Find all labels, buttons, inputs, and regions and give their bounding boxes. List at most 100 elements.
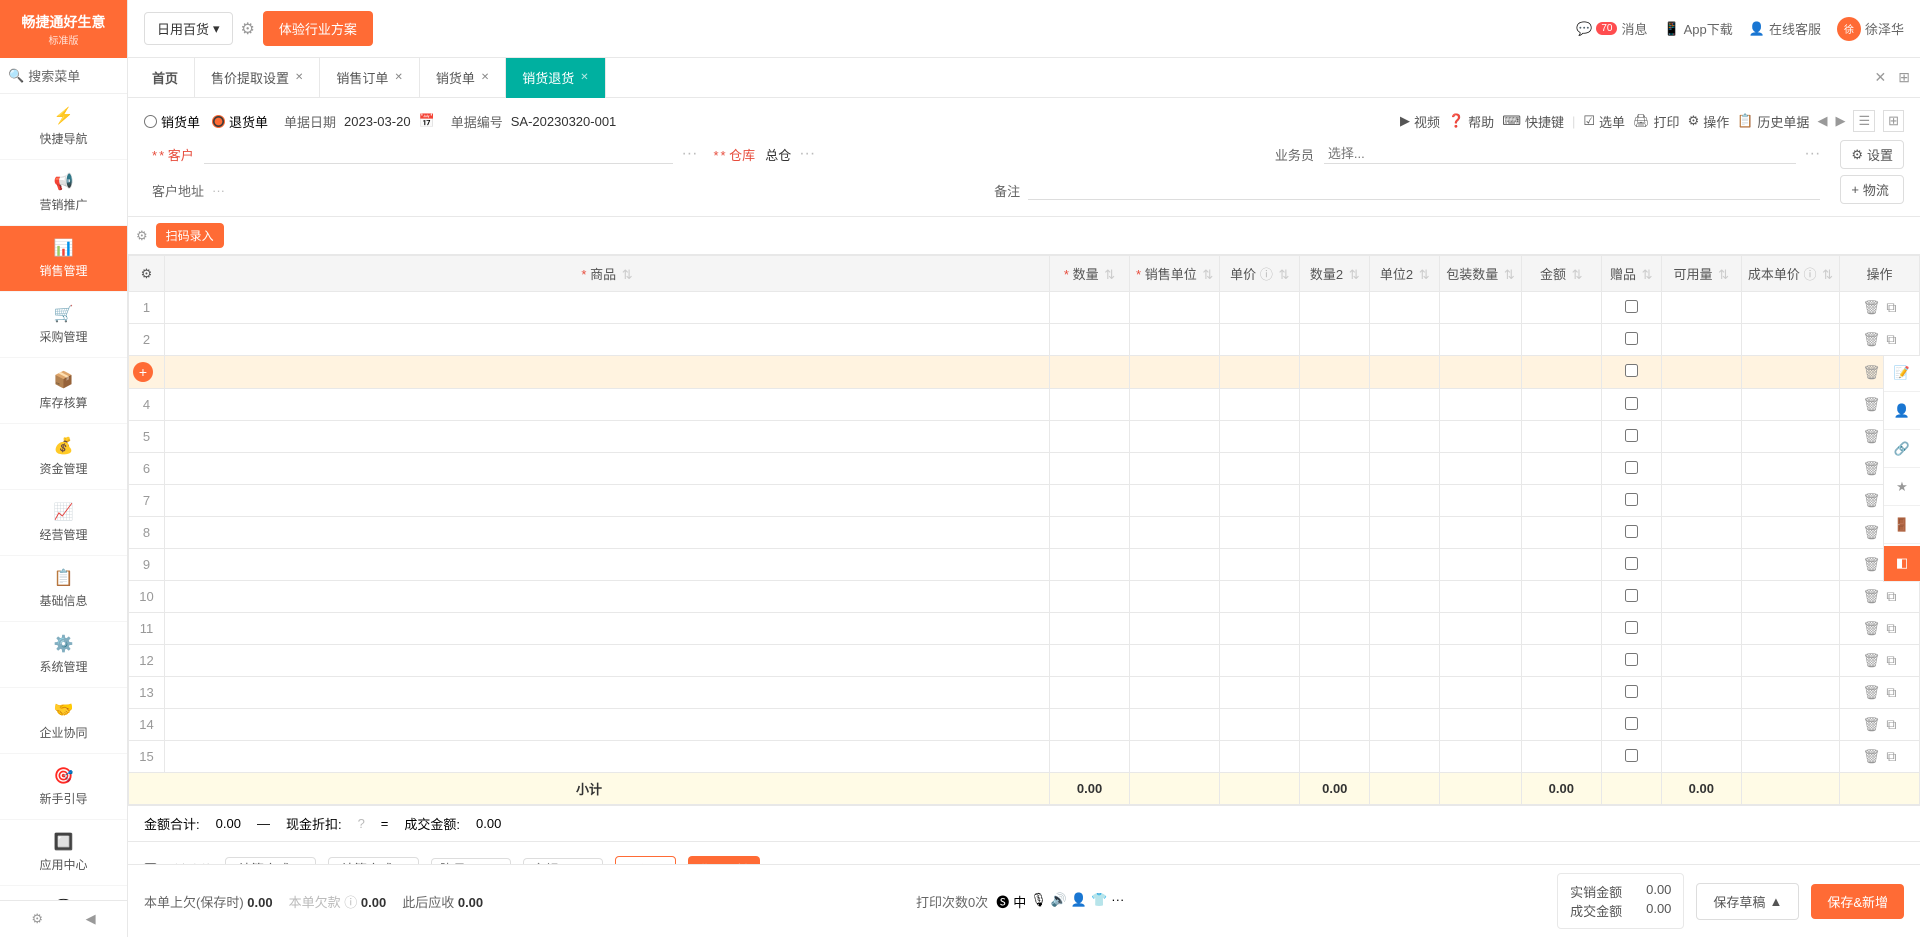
shortcut-btn[interactable]: ⌨ 快捷键 xyxy=(1502,112,1564,131)
copy-row-icon[interactable]: ⧉ xyxy=(1886,299,1896,316)
product-cell[interactable] xyxy=(165,645,1050,677)
product-cell[interactable] xyxy=(165,581,1050,613)
copy-row-icon[interactable]: ⧉ xyxy=(1886,652,1896,669)
gift-cell[interactable] xyxy=(1601,517,1661,549)
delete-row-icon[interactable]: 🗑 xyxy=(1863,524,1881,541)
add-btn[interactable]: ＋ 添加 xyxy=(615,856,676,864)
tab-sales-return[interactable]: 销货退货 ✕ xyxy=(506,58,605,98)
sidebar-item-basic[interactable]: 📋 基础信息 xyxy=(0,556,127,622)
product-cell[interactable] xyxy=(165,677,1050,709)
gift-cell[interactable] xyxy=(1601,677,1661,709)
save-new-btn[interactable]: 保存&新增 xyxy=(1811,884,1904,919)
unit2-cell[interactable] xyxy=(1370,613,1440,645)
gift-cell[interactable] xyxy=(1601,741,1661,773)
gift-checkbox[interactable] xyxy=(1625,300,1638,313)
unit-cell[interactable] xyxy=(1130,677,1220,709)
gift-checkbox[interactable] xyxy=(1625,332,1638,345)
sidebar-item-purchase[interactable]: 🛒 采购管理 xyxy=(0,292,127,358)
delete-row-icon[interactable]: 🗑 xyxy=(1863,460,1881,477)
logistics-btn[interactable]: + 物流 xyxy=(1840,175,1904,204)
tab-close-icon[interactable]: ✕ xyxy=(394,72,402,83)
user-profile[interactable]: 徐 徐泽华 xyxy=(1837,17,1904,41)
unit2-cell[interactable] xyxy=(1370,421,1440,453)
gift-checkbox[interactable] xyxy=(1625,621,1638,634)
operate-btn[interactable]: ⚙ 操作 xyxy=(1688,112,1730,131)
cost-price-cell[interactable] xyxy=(1741,485,1839,517)
scan-btn[interactable]: 扫码录入 xyxy=(156,223,224,248)
tab-home[interactable]: 首页 xyxy=(136,58,195,98)
sidebar-item-marketing[interactable]: 📢 营销推广 xyxy=(0,160,127,226)
unit2-cell[interactable] xyxy=(1370,356,1440,389)
pack-qty-cell[interactable] xyxy=(1440,677,1522,709)
cost-price-cell[interactable] xyxy=(1741,645,1839,677)
delete-row-icon[interactable]: 🗑 xyxy=(1863,396,1881,413)
price-cell[interactable] xyxy=(1220,485,1300,517)
unit-cell[interactable] xyxy=(1130,517,1220,549)
unit-cell[interactable] xyxy=(1130,741,1220,773)
cost-price-cell[interactable] xyxy=(1741,581,1839,613)
gift-cell[interactable] xyxy=(1601,709,1661,741)
gift-checkbox[interactable] xyxy=(1625,749,1638,762)
amount-cell[interactable] xyxy=(1521,421,1601,453)
tab-price-setting[interactable]: 售价提取设置 ✕ xyxy=(195,58,320,98)
cost-price-cell[interactable] xyxy=(1741,421,1839,453)
unit2-cell[interactable] xyxy=(1370,389,1440,421)
pack-qty-cell[interactable] xyxy=(1440,549,1522,581)
sidebar-item-inventory[interactable]: 📦 库存核算 xyxy=(0,358,127,424)
price-cell[interactable] xyxy=(1220,741,1300,773)
unit-cell[interactable] xyxy=(1130,485,1220,517)
price-cell[interactable] xyxy=(1220,549,1300,581)
unit2-cell[interactable] xyxy=(1370,549,1440,581)
pack-qty-cell[interactable] xyxy=(1440,613,1522,645)
radio-sales[interactable]: 销货单 xyxy=(144,112,200,131)
grid-view-btn[interactable]: ⊞ xyxy=(1883,110,1904,132)
delete-row-icon[interactable]: 🗑 xyxy=(1863,620,1881,637)
gift-cell[interactable] xyxy=(1601,453,1661,485)
qty2-cell[interactable] xyxy=(1300,324,1370,356)
qty-cell[interactable] xyxy=(1050,421,1130,453)
warehouse-more-btn[interactable]: ··· xyxy=(799,145,815,163)
sort-icon[interactable]: ⇅ xyxy=(1419,267,1430,282)
unit-cell[interactable] xyxy=(1130,389,1220,421)
qty2-cell[interactable] xyxy=(1300,517,1370,549)
cost-price-cell[interactable] xyxy=(1741,324,1839,356)
radio-return-input[interactable] xyxy=(212,115,225,128)
delete-row-icon[interactable]: 🗑 xyxy=(1863,492,1881,509)
product-cell[interactable] xyxy=(165,549,1050,581)
pack-qty-cell[interactable] xyxy=(1440,421,1522,453)
table-gear-icon[interactable]: ⚙ xyxy=(136,228,148,244)
amount-cell[interactable] xyxy=(1521,613,1601,645)
sort-icon[interactable]: ⇅ xyxy=(1822,267,1833,282)
salesperson-more-btn[interactable]: ··· xyxy=(1804,145,1820,163)
sort-icon[interactable]: ⇅ xyxy=(1349,267,1360,282)
sort-icon[interactable]: ⇅ xyxy=(1278,267,1289,282)
gift-checkbox[interactable] xyxy=(1625,397,1638,410)
settings-btn[interactable]: ⚙ 设置 xyxy=(1840,140,1904,169)
available-cell[interactable] xyxy=(1661,517,1741,549)
gift-cell[interactable] xyxy=(1601,292,1661,324)
available-cell[interactable] xyxy=(1661,677,1741,709)
remark-input[interactable] xyxy=(1028,180,1820,200)
gift-cell[interactable] xyxy=(1601,645,1661,677)
price-cell[interactable] xyxy=(1220,453,1300,485)
unit-cell[interactable] xyxy=(1130,356,1220,389)
unit2-cell[interactable] xyxy=(1370,517,1440,549)
qty-cell[interactable] xyxy=(1050,581,1130,613)
gift-checkbox[interactable] xyxy=(1625,589,1638,602)
price-cell[interactable] xyxy=(1220,389,1300,421)
product-cell[interactable] xyxy=(165,709,1050,741)
product-cell[interactable] xyxy=(165,741,1050,773)
prev-doc-btn[interactable]: ◀ xyxy=(1817,113,1827,129)
available-cell[interactable] xyxy=(1661,356,1741,389)
cost-price-cell[interactable] xyxy=(1741,453,1839,485)
account-select[interactable]: 结算方式 xyxy=(328,857,419,864)
list-view-btn[interactable]: ☰ xyxy=(1853,110,1875,132)
available-cell[interactable] xyxy=(1661,389,1741,421)
online-service-btn[interactable]: 👤 在线客服 xyxy=(1749,19,1821,38)
gift-checkbox[interactable] xyxy=(1625,493,1638,506)
cost-price-cell[interactable] xyxy=(1741,356,1839,389)
sidebar-collapse-icon[interactable]: ◀ xyxy=(86,911,96,927)
available-cell[interactable] xyxy=(1661,421,1741,453)
expense-btn[interactable]: 费用分摊 xyxy=(688,856,760,864)
product-cell[interactable] xyxy=(165,389,1050,421)
